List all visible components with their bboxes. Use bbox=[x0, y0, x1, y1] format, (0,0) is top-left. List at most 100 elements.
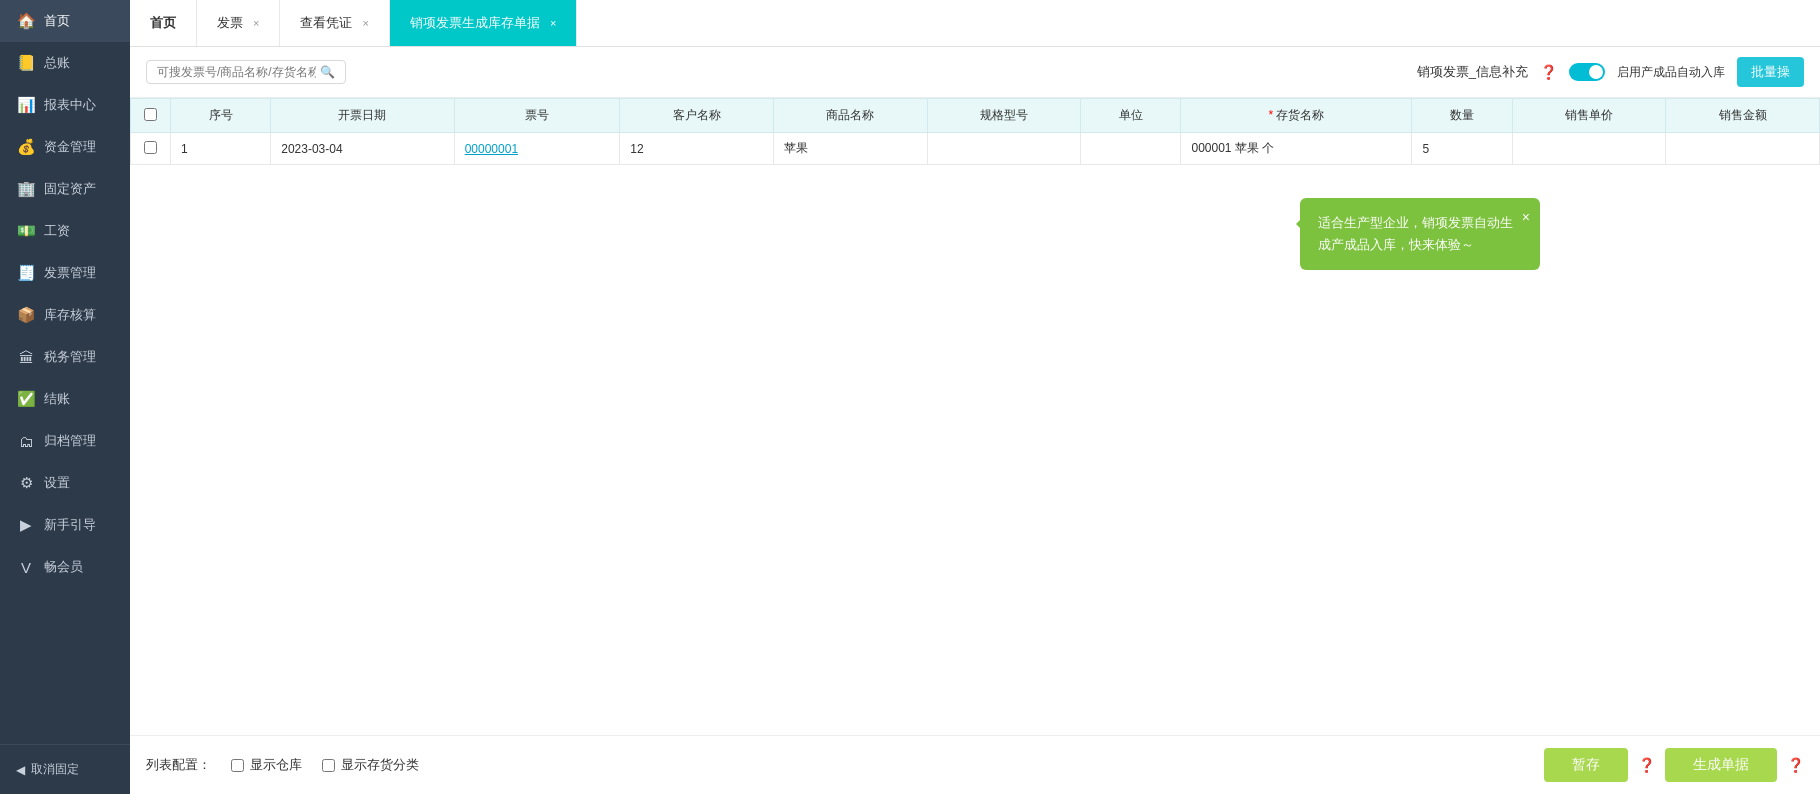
cell-inventory-0: 000001 苹果 个 bbox=[1181, 133, 1412, 165]
sidebar-item-settlement[interactable]: ✅ 结账 bbox=[0, 378, 130, 420]
save-help-icon[interactable]: ❓ bbox=[1638, 757, 1655, 773]
tab-home[interactable]: 首页 bbox=[130, 0, 197, 46]
tooltip-text: 适合生产型企业，销项发票自动生成产成品入库，快来体验～ bbox=[1318, 215, 1513, 252]
search-box[interactable]: 🔍 bbox=[146, 60, 346, 84]
sidebar-label-home: 首页 bbox=[44, 12, 70, 30]
col-header-amount: 销售金额 bbox=[1666, 99, 1820, 133]
sidebar-label-archive: 归档管理 bbox=[44, 432, 96, 450]
table-row: 12023-03-040000000112苹果000001 苹果 个5 bbox=[131, 133, 1820, 165]
tab-invoice[interactable]: 发票 × bbox=[197, 0, 280, 46]
generate-help-icon[interactable]: ❓ bbox=[1787, 757, 1804, 773]
vip-icon: V bbox=[16, 559, 36, 576]
show-category-checkbox[interactable] bbox=[322, 759, 335, 772]
save-button[interactable]: 暂存 bbox=[1544, 748, 1628, 782]
sidebar: 🏠 首页📒 总账📊 报表中心💰 资金管理🏢 固定资产💵 工资🧾 发票管理📦 bbox=[0, 0, 130, 794]
col-header-qty: 数量 bbox=[1412, 99, 1512, 133]
select-all-checkbox[interactable] bbox=[144, 108, 157, 121]
undo-label: 取消固定 bbox=[31, 761, 79, 778]
col-header-unit: 单位 bbox=[1081, 99, 1181, 133]
cell-seq-0: 1 bbox=[171, 133, 271, 165]
inventory-icon: 📦 bbox=[16, 306, 36, 324]
main-table: 序号开票日期票号客户名称商品名称规格型号单位* 存货名称数量销售单价销售金额 1… bbox=[130, 98, 1820, 165]
sidebar-label-fixed-assets: 固定资产 bbox=[44, 180, 96, 198]
sidebar-undo-button[interactable]: ◀ 取消固定 bbox=[0, 753, 130, 786]
sidebar-item-report-center[interactable]: 📊 报表中心 bbox=[0, 84, 130, 126]
sidebar-item-payroll[interactable]: 💵 工资 bbox=[0, 210, 130, 252]
tab-label-invoice: 发票 bbox=[217, 14, 243, 32]
tab-label-view-voucher: 查看凭证 bbox=[300, 14, 352, 32]
sidebar-item-settings[interactable]: ⚙ 设置 bbox=[0, 462, 130, 504]
sidebar-label-settings: 设置 bbox=[44, 474, 70, 492]
tab-close-view-voucher[interactable]: × bbox=[362, 17, 368, 29]
row-checkbox[interactable] bbox=[144, 141, 157, 154]
settings-icon: ⚙ bbox=[16, 474, 36, 492]
sidebar-item-tax-management[interactable]: 🏛 税务管理 bbox=[0, 336, 130, 378]
cell-customer-0: 12 bbox=[620, 133, 774, 165]
toggle-label: 启用产成品自动入库 bbox=[1617, 64, 1725, 81]
tab-cancel-invoice[interactable]: 销项发票生成库存单据 × bbox=[390, 0, 577, 46]
search-input[interactable] bbox=[157, 65, 316, 79]
col-header-checkbox bbox=[131, 99, 171, 133]
show-warehouse-label: 显示仓库 bbox=[250, 756, 302, 774]
cell-spec-0 bbox=[927, 133, 1081, 165]
tooltip-close-button[interactable]: × bbox=[1522, 206, 1530, 230]
cell-checkbox-0[interactable] bbox=[131, 133, 171, 165]
tab-label-cancel-invoice: 销项发票生成库存单据 bbox=[410, 14, 540, 32]
sidebar-label-settlement: 结账 bbox=[44, 390, 70, 408]
col-header-ticket-no: 票号 bbox=[454, 99, 620, 133]
tab-close-cancel-invoice[interactable]: × bbox=[550, 17, 556, 29]
col-header-seq: 序号 bbox=[171, 99, 271, 133]
cell-amount-0 bbox=[1666, 133, 1820, 165]
fund-management-icon: 💰 bbox=[16, 138, 36, 156]
col-header-spec: 规格型号 bbox=[927, 99, 1081, 133]
tab-view-voucher[interactable]: 查看凭证 × bbox=[280, 0, 389, 46]
payroll-icon: 💵 bbox=[16, 222, 36, 240]
footer: 列表配置： 显示仓库 显示存货分类 暂存 ❓ 生成单据 ❓ bbox=[130, 735, 1820, 794]
sidebar-item-inventory[interactable]: 📦 库存核算 bbox=[0, 294, 130, 336]
sidebar-label-general-ledger: 总账 bbox=[44, 54, 70, 72]
sidebar-label-invoice-management: 发票管理 bbox=[44, 264, 96, 282]
sidebar-item-new-guide[interactable]: ▶ 新手引导 bbox=[0, 504, 130, 546]
config-label: 列表配置： bbox=[146, 756, 211, 774]
sidebar-label-new-guide: 新手引导 bbox=[44, 516, 96, 534]
batch-button[interactable]: 批量操 bbox=[1737, 57, 1804, 87]
toolbar: 🔍 销项发票_信息补充 ❓ 启用产成品自动入库 批量操 bbox=[130, 47, 1820, 98]
tab-label-home: 首页 bbox=[150, 14, 176, 32]
sidebar-item-invoice-management[interactable]: 🧾 发票管理 bbox=[0, 252, 130, 294]
sidebar-label-report-center: 报表中心 bbox=[44, 96, 96, 114]
home-icon: 🏠 bbox=[16, 12, 36, 30]
cell-unit-0 bbox=[1081, 133, 1181, 165]
tax-management-icon: 🏛 bbox=[16, 349, 36, 366]
cell-ticket-no-0: 00000001 bbox=[454, 133, 620, 165]
content-area: 🔍 销项发票_信息补充 ❓ 启用产成品自动入库 批量操 序号开票日期票号客户名称… bbox=[130, 47, 1820, 794]
search-icon: 🔍 bbox=[320, 65, 335, 79]
show-category-label: 显示存货分类 bbox=[341, 756, 419, 774]
sidebar-item-archive[interactable]: 🗂 归档管理 bbox=[0, 420, 130, 462]
sidebar-label-vip: 畅会员 bbox=[44, 558, 83, 576]
tab-close-invoice[interactable]: × bbox=[253, 17, 259, 29]
cell-unit-price-0 bbox=[1512, 133, 1666, 165]
col-header-customer: 客户名称 bbox=[620, 99, 774, 133]
sidebar-item-fixed-assets[interactable]: 🏢 固定资产 bbox=[0, 168, 130, 210]
sidebar-item-general-ledger[interactable]: 📒 总账 bbox=[0, 42, 130, 84]
generate-button[interactable]: 生成单据 bbox=[1665, 748, 1777, 782]
help-icon[interactable]: ❓ bbox=[1540, 64, 1557, 80]
tooltip-popup: × 适合生产型企业，销项发票自动生成产成品入库，快来体验～ bbox=[1300, 198, 1540, 270]
settlement-icon: ✅ bbox=[16, 390, 36, 408]
show-warehouse-checkbox[interactable] bbox=[231, 759, 244, 772]
show-category-group: 显示存货分类 bbox=[322, 756, 419, 774]
auto-import-toggle[interactable] bbox=[1569, 63, 1605, 81]
footer-buttons: 暂存 ❓ 生成单据 ❓ bbox=[1544, 748, 1804, 782]
sidebar-item-home[interactable]: 🏠 首页 bbox=[0, 0, 130, 42]
show-warehouse-group: 显示仓库 bbox=[231, 756, 302, 774]
report-center-icon: 📊 bbox=[16, 96, 36, 114]
sidebar-label-tax-management: 税务管理 bbox=[44, 348, 96, 366]
info-label: 销项发票_信息补充 bbox=[1417, 63, 1528, 81]
ticket-link-0[interactable]: 00000001 bbox=[465, 142, 518, 156]
main-area: 首页 发票 × 查看凭证 × 销项发票生成库存单据 × 🔍 销项发票_信息补充 ❓ 启用产成… bbox=[130, 0, 1820, 794]
sidebar-item-fund-management[interactable]: 💰 资金管理 bbox=[0, 126, 130, 168]
toolbar-left: 🔍 bbox=[146, 60, 346, 84]
sidebar-label-payroll: 工资 bbox=[44, 222, 70, 240]
sidebar-item-vip[interactable]: V 畅会员 bbox=[0, 546, 130, 588]
sidebar-label-fund-management: 资金管理 bbox=[44, 138, 96, 156]
